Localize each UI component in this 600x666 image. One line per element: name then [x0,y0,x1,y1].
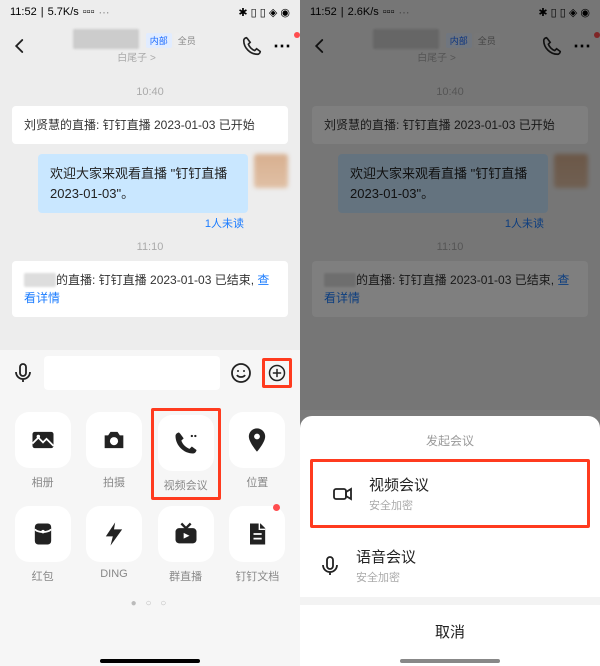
back-button[interactable] [8,34,32,58]
chevron-left-icon [11,37,29,55]
location-icon [243,426,271,454]
plus-icon [267,361,287,385]
status-icons: ✱ ▯ ▯ ◈ ◉ [538,6,590,19]
left-screenshot: 11:52 | 5.7K/s ▫▫▫⋯ ✱ ▯ ▯ ◈ ◉ 内部 全员 白尾子 … [0,0,300,666]
video-icon [331,482,355,506]
attach-docs[interactable]: 钉钉文档 [227,506,288,584]
status-time: 11:52 [310,6,337,18]
attach-ding[interactable]: DING [83,506,144,584]
tag-internal: 内部 [446,33,472,48]
tv-icon [172,520,200,548]
attach-grouplive[interactable]: 群直播 [155,506,217,584]
camera-icon [100,426,128,454]
chat-header: 内部 全员 白尾子 > ⋯ [300,24,600,68]
chat-title [373,29,439,49]
timestamp: 11:10 [137,241,164,253]
sheet-video-meeting[interactable]: 视频会议 安全加密 [310,459,590,528]
home-indicator[interactable] [100,659,200,663]
timestamp: 11:10 [437,241,464,253]
smile-icon [229,361,253,385]
avatar[interactable] [254,154,288,188]
chevron-left-icon [311,37,329,55]
status-icons: ✱ ▯ ▯ ◈ ◉ [238,6,290,19]
image-icon [29,426,57,454]
tag-all: 全员 [474,33,500,48]
phone-icon [541,35,563,57]
attach-button[interactable] [262,358,292,388]
sheet-audio-meeting[interactable]: 语音会议 安全加密 [300,534,600,597]
status-bar: 11:52 | 5.7K/s ▫▫▫⋯ ✱ ▯ ▯ ◈ ◉ [0,0,300,24]
emoji-button[interactable] [226,358,256,388]
system-message[interactable]: 的直播: 钉钉直播 2023-01-03 已结束, 查看详情 [312,261,588,317]
header-subtitle: 白尾子 > [332,49,541,64]
input-bar [0,350,300,396]
attach-camera[interactable]: 拍摄 [83,412,144,496]
doc-icon [243,520,271,548]
status-speed: 5.7K/s [48,6,79,18]
more-button[interactable]: ⋯ [273,36,292,57]
lightning-icon [100,520,128,548]
chat-body: 10:40 刘贤慧的直播: 钉钉直播 2023-01-03 已开始 欢迎大家来观… [300,68,600,331]
system-message[interactable]: 刘贤慧的直播: 钉钉直播 2023-01-03 已开始 [312,106,588,144]
status-bar: 11:52 | 2.6K/s ▫▫▫⋯ ✱ ▯ ▯ ◈ ◉ [300,0,600,24]
home-indicator[interactable] [400,659,500,663]
status-time: 11:52 [10,6,37,18]
videocall-icon [172,429,200,457]
voice-button[interactable] [8,358,38,388]
attach-location[interactable]: 位置 [227,412,288,496]
chat-bubble[interactable]: 欢迎大家来观看直播 "钉钉直播2023-01-03"。 [338,154,548,213]
attachment-panel: 相册 拍摄 视频会议 位置 红包 DING [0,396,300,666]
message-input[interactable] [44,356,220,390]
read-status[interactable]: 1人未读 [312,215,544,231]
tag-all: 全员 [174,33,200,48]
notification-dot [594,32,600,38]
page-indicator: ● ○ ○ [12,598,288,609]
attach-redpacket[interactable]: 红包 [12,506,73,584]
redpacket-icon [29,520,57,548]
more-button[interactable]: ⋯ [573,36,592,57]
sheet-cancel[interactable]: 取消 [300,605,600,666]
attach-album[interactable]: 相册 [12,412,73,496]
mic-icon [318,554,342,578]
meeting-sheet: 发起会议 视频会议 安全加密 语音会议 安全加密 取消 [300,416,600,666]
chat-bubble[interactable]: 欢迎大家来观看直播 "钉钉直播2023-01-03"。 [38,154,248,213]
avatar[interactable] [554,154,588,188]
status-speed: 2.6K/s [348,6,379,18]
attach-video-call[interactable]: 视频会议 [151,408,221,500]
sheet-title: 发起会议 [300,426,600,459]
mic-icon [11,361,35,385]
read-status[interactable]: 1人未读 [12,215,244,231]
system-message[interactable]: 刘贤慧的直播: 钉钉直播 2023-01-03 已开始 [12,106,288,144]
chat-header: 内部 全员 白尾子 > ⋯ [0,24,300,68]
tag-internal: 内部 [146,33,172,48]
chat-title [73,29,139,49]
back-button[interactable] [308,34,332,58]
phone-icon [241,35,263,57]
chat-body: 10:40 刘贤慧的直播: 钉钉直播 2023-01-03 已开始 欢迎大家来观… [0,68,300,331]
badge-dot [273,504,280,511]
system-message[interactable]: 的直播: 钉钉直播 2023-01-03 已结束, 查看详情 [12,261,288,317]
timestamp: 10:40 [436,86,464,98]
timestamp: 10:40 [136,86,164,98]
header-subtitle: 白尾子 > [32,49,241,64]
call-button[interactable] [241,35,263,57]
right-screenshot: 11:52 | 2.6K/s ▫▫▫⋯ ✱ ▯ ▯ ◈ ◉ 内部 全员 白尾子 … [300,0,600,666]
call-button[interactable] [541,35,563,57]
